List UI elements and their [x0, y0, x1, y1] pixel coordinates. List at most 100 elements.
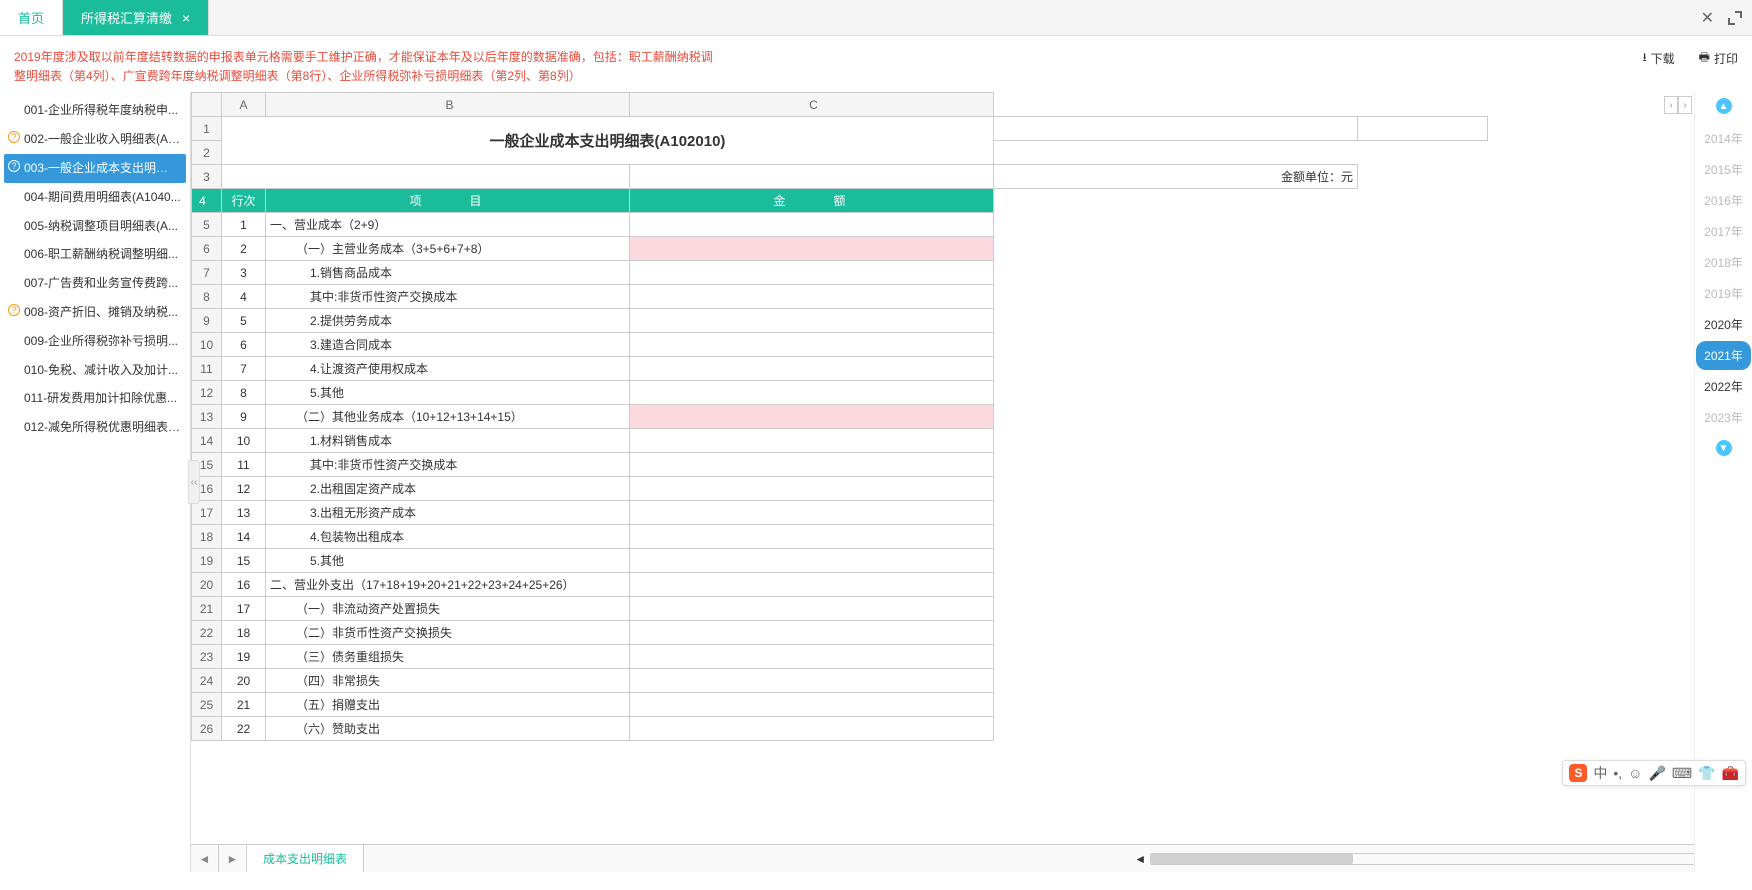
main: 001-企业所得税年度纳税申...?002-一般企业收入明细表(A10...?0…: [0, 92, 1752, 872]
year-2022年[interactable]: 2022年: [1696, 372, 1751, 401]
download-button[interactable]: ⭳ 下载: [1642, 48, 1674, 69]
year-2014年[interactable]: 2014年: [1696, 124, 1751, 153]
item-name: （三）债务重组损失: [266, 645, 630, 669]
sidebar-item-0[interactable]: 001-企业所得税年度纳税申...: [0, 96, 190, 125]
ime-emoji-icon[interactable]: ☺: [1628, 765, 1642, 781]
ime-voice-icon[interactable]: 🎤: [1648, 765, 1665, 782]
sheet-nav-prev[interactable]: ◄: [191, 845, 219, 872]
ime-lang[interactable]: 中: [1593, 763, 1607, 783]
sidebar-item-5[interactable]: 006-职工薪酬纳税调整明细...: [0, 240, 190, 269]
sidebar-item-1[interactable]: ?002-一般企业收入明细表(A10...: [0, 125, 190, 154]
item-name: 4.包装物出租成本: [266, 525, 630, 549]
tab-label: 所得税汇算清缴: [81, 8, 172, 27]
year-2019年[interactable]: 2019年: [1696, 279, 1751, 308]
tabs-actions: ✕: [1701, 0, 1752, 35]
rail-toggle[interactable]: ››: [1664, 96, 1692, 114]
sheet-area: ABC1一般企业成本支出明细表(A102010)23金额单位：元4行次项 目金 …: [190, 92, 1752, 872]
item-name: 5.其他: [266, 549, 630, 573]
amount-cell[interactable]: [630, 429, 994, 453]
line-no: 14: [222, 525, 266, 549]
col-header: A: [222, 93, 266, 117]
h-scrollbar[interactable]: ◄►: [364, 845, 1752, 872]
close-icon[interactable]: ×: [182, 10, 190, 26]
year-2021年[interactable]: 2021年: [1696, 341, 1751, 370]
ime-skin-icon[interactable]: 👕: [1698, 765, 1715, 782]
sogou-icon[interactable]: S: [1569, 764, 1587, 782]
col-header: C: [630, 93, 994, 117]
rownum: 17: [192, 501, 222, 525]
ime-toolbox-icon[interactable]: 🧰: [1722, 765, 1739, 782]
amount-cell[interactable]: [630, 405, 994, 429]
print-button[interactable]: 🖶 打印: [1699, 48, 1738, 69]
year-down-icon[interactable]: ▼: [1716, 440, 1732, 456]
line-no: 4: [222, 285, 266, 309]
sidebar-item-2[interactable]: ?003-一般企业成本支出明细...: [4, 154, 186, 183]
sheet-nav-next[interactable]: ►: [219, 845, 247, 872]
amount-cell[interactable]: [630, 597, 994, 621]
collapse-handle[interactable]: ‹‹: [188, 460, 200, 504]
rownum: 22: [192, 621, 222, 645]
line-no: 12: [222, 477, 266, 501]
ime-keyboard-icon[interactable]: ⌨: [1672, 765, 1692, 782]
year-2016年[interactable]: 2016年: [1696, 186, 1751, 215]
sidebar-item-label: 009-企业所得税弥补亏损明...: [24, 334, 178, 348]
amount-cell[interactable]: [630, 213, 994, 237]
tab-income-tax[interactable]: 所得税汇算清缴 ×: [63, 0, 209, 35]
item-name: （一）主营业务成本（3+5+6+7+8）: [266, 237, 630, 261]
year-2017年[interactable]: 2017年: [1696, 217, 1751, 246]
line-no: 22: [222, 717, 266, 741]
year-2018年[interactable]: 2018年: [1696, 248, 1751, 277]
item-name: 一、营业成本（2+9）: [266, 213, 630, 237]
line-no: 8: [222, 381, 266, 405]
sidebar-item-8[interactable]: 009-企业所得税弥补亏损明...: [0, 327, 190, 356]
year-up-icon[interactable]: ▲: [1716, 98, 1732, 114]
help-icon[interactable]: ?: [8, 304, 20, 316]
amount-cell[interactable]: [630, 621, 994, 645]
year-2015年[interactable]: 2015年: [1696, 155, 1751, 184]
sidebar-item-9[interactable]: 010-免税、减计收入及加计...: [0, 356, 190, 385]
warning-text: 2019年度涉及取以前年度结转数据的申报表单元格需要手工维护正确，才能保证本年及…: [14, 48, 714, 86]
ime-punct-icon[interactable]: •,: [1613, 765, 1622, 781]
year-2020年[interactable]: 2020年: [1696, 310, 1751, 339]
amount-cell[interactable]: [630, 333, 994, 357]
close-all-icon[interactable]: ✕: [1701, 8, 1714, 28]
amount-cell[interactable]: [630, 717, 994, 741]
tab-home[interactable]: 首页: [0, 0, 63, 35]
line-no: 16: [222, 573, 266, 597]
amount-cell[interactable]: [630, 645, 994, 669]
sidebar-item-4[interactable]: 005-纳税调整项目明细表(A...: [0, 212, 190, 241]
sidebar-item-7[interactable]: ?008-资产折旧、摊销及纳税...: [0, 298, 190, 327]
amount-cell[interactable]: [630, 549, 994, 573]
line-no: 1: [222, 213, 266, 237]
fullscreen-icon[interactable]: [1728, 11, 1742, 25]
help-icon[interactable]: ?: [8, 131, 20, 143]
amount-cell[interactable]: [630, 453, 994, 477]
rownum: 9: [192, 309, 222, 333]
amount-cell[interactable]: [630, 285, 994, 309]
amount-cell[interactable]: [630, 573, 994, 597]
download-icon: ⭳: [1642, 48, 1646, 69]
amount-cell[interactable]: [630, 357, 994, 381]
sidebar-item-11[interactable]: 012-减免所得税优惠明细表(...: [0, 413, 190, 442]
sidebar-item-10[interactable]: 011-研发费用加计扣除优惠...: [0, 384, 190, 413]
rownum: 23: [192, 645, 222, 669]
amount-cell[interactable]: [630, 669, 994, 693]
sheet-tabs: ◄ ► 成本支出明细表 ◄►: [191, 844, 1752, 872]
sheet-scroll[interactable]: ABC1一般企业成本支出明细表(A102010)23金额单位：元4行次项 目金 …: [191, 92, 1752, 844]
sidebar-item-6[interactable]: 007-广告费和业务宣传费跨...: [0, 269, 190, 298]
amount-cell[interactable]: [630, 261, 994, 285]
amount-cell[interactable]: [630, 525, 994, 549]
item-name: （二）其他业务成本（10+12+13+14+15）: [266, 405, 630, 429]
amount-cell[interactable]: [630, 237, 994, 261]
amount-cell[interactable]: [630, 309, 994, 333]
amount-cell[interactable]: [630, 693, 994, 717]
amount-cell[interactable]: [630, 381, 994, 405]
sheet-tab-active[interactable]: 成本支出明细表: [247, 845, 364, 872]
amount-cell[interactable]: [630, 477, 994, 501]
amount-cell[interactable]: [630, 501, 994, 525]
sidebar-item-3[interactable]: 004-期间费用明细表(A1040...: [0, 183, 190, 212]
th-amount: 金 额: [630, 189, 994, 213]
year-2023年[interactable]: 2023年: [1696, 403, 1751, 432]
line-no: 17: [222, 597, 266, 621]
help-icon[interactable]: ?: [8, 160, 20, 172]
